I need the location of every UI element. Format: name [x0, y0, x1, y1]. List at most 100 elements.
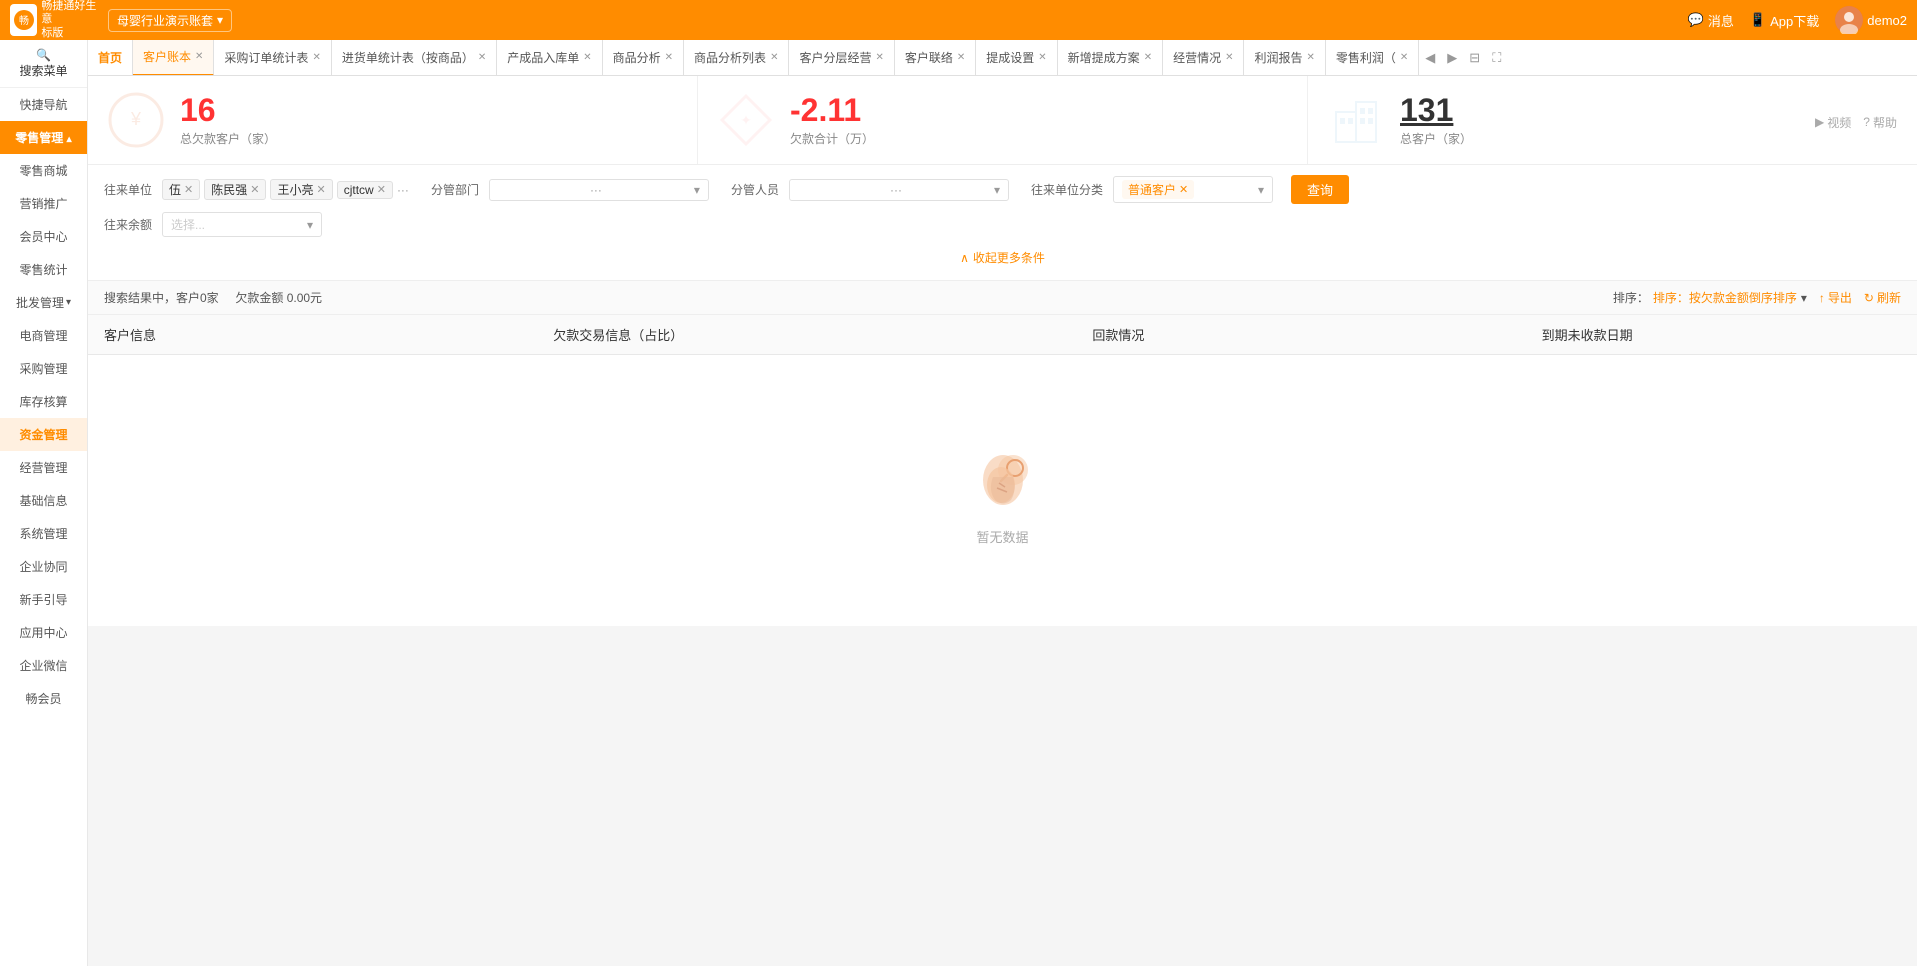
tab-close-icon2[interactable]: ✕	[312, 52, 320, 63]
sidebar-item-inventory[interactable]: 库存核算	[0, 385, 87, 418]
sidebar-item-purchase-mgmt[interactable]: 采购管理	[0, 352, 87, 385]
tab-prev-btn[interactable]: ◀	[1419, 50, 1441, 66]
tab-menu-btn[interactable]: ⊟	[1463, 50, 1486, 66]
tab-close-icon[interactable]: ✕	[195, 51, 203, 62]
category-select[interactable]: 普通客户 ✕ ▾	[1113, 176, 1273, 203]
tab-product-list[interactable]: 商品分析列表 ✕	[684, 40, 789, 76]
sidebar-item-enterprise-wechat[interactable]: 企业微信	[0, 649, 87, 682]
tab-purchase-stat-label: 进货单统计表（按商品）	[342, 49, 474, 66]
tab-profit-report[interactable]: 利润报告 ✕	[1244, 40, 1325, 76]
logo-line2: 标版	[41, 27, 98, 40]
message-btn[interactable]: 💬 消息	[1688, 11, 1734, 30]
stat-text-1: 16 总欠款客户（家）	[180, 94, 276, 147]
doc-help-btn[interactable]: ? 帮助	[1863, 114, 1897, 131]
demo-selector[interactable]: 母婴行业演示账套 ▾	[108, 9, 232, 32]
chevron-down-icon: ▾	[217, 13, 223, 27]
user-btn[interactable]: demo2	[1835, 6, 1907, 34]
tab-customer-tier[interactable]: 客户分层经营 ✕	[789, 40, 894, 76]
tab-customer-ledger-label: 客户账本	[143, 48, 191, 65]
tab-close-icon11[interactable]: ✕	[1225, 52, 1233, 63]
sidebar-basicinfo-label: 基础信息	[6, 492, 81, 509]
tab-close-icon8[interactable]: ✕	[957, 52, 965, 63]
tab-close-icon13[interactable]: ✕	[1400, 52, 1408, 63]
sidebar-retailmall-label: 零售商城	[6, 162, 81, 179]
tag-wu-close[interactable]: ✕	[184, 183, 193, 196]
sidebar-item-system-mgmt[interactable]: 系统管理	[0, 517, 87, 550]
tab-close-icon10[interactable]: ✕	[1144, 52, 1152, 63]
tab-purchase-stat[interactable]: 进货单统计表（按商品） ✕	[332, 40, 497, 76]
tab-operations[interactable]: 经营情况 ✕	[1163, 40, 1244, 76]
sidebar-system-label: 系统管理	[6, 525, 81, 542]
tab-close-icon3[interactable]: ✕	[478, 52, 486, 63]
sidebar-item-basic-info[interactable]: 基础信息	[0, 484, 87, 517]
sidebar-item-retail-mall[interactable]: 零售商城	[0, 154, 87, 187]
filter-unit-tags: 伍 ✕ 陈民强 ✕ 王小亮 ✕	[162, 179, 409, 200]
app-download-btn[interactable]: 📱 App下载	[1750, 11, 1819, 30]
tab-expand-btn[interactable]: ⛶	[1486, 50, 1507, 66]
export-btn[interactable]: ↑ 导出	[1819, 289, 1852, 306]
sidebar-item-wholesale-mgmt[interactable]: 批发管理 ▾	[0, 286, 87, 319]
tab-next-btn[interactable]: ▶	[1441, 50, 1463, 66]
tab-add-commission[interactable]: 新增提成方案 ✕	[1058, 40, 1163, 76]
sidebar-item-enterprise-collab[interactable]: 企业协同	[0, 550, 87, 583]
person-select[interactable]: ··· ▾	[789, 179, 1009, 201]
tab-close-icon5[interactable]: ✕	[665, 52, 673, 63]
stat-value-1: 16	[180, 94, 276, 126]
sidebar-item-ecommerce[interactable]: 电商管理	[0, 319, 87, 352]
filter-tag-wu: 伍 ✕	[162, 179, 200, 200]
tag-cjttcw-close[interactable]: ✕	[377, 183, 386, 196]
tab-home[interactable]: 首页	[88, 40, 133, 76]
tab-close-icon12[interactable]: ✕	[1307, 52, 1315, 63]
dept-select[interactable]: ··· ▾	[489, 179, 709, 201]
sidebar-marketing-label: 营销推广	[6, 195, 81, 212]
results-summary: 搜索结果中，客户0家	[104, 291, 219, 305]
svg-text:✦: ✦	[740, 112, 752, 128]
sidebar-item-newbie-guide[interactable]: 新手引导	[0, 583, 87, 616]
tab-profit-report-label: 利润报告	[1254, 49, 1302, 66]
main-content: ¥ 16 总欠款客户（家）	[88, 76, 1917, 966]
tab-finished-goods[interactable]: 产成品入库单 ✕	[497, 40, 602, 76]
tab-purchase-order[interactable]: 采购订单统计表 ✕	[214, 40, 331, 76]
page-content: ¥ 16 总欠款客户（家）	[88, 76, 1917, 626]
tab-close-icon6[interactable]: ✕	[770, 52, 778, 63]
tab-product-analysis-label: 商品分析	[613, 49, 661, 66]
sidebar-item-marketing[interactable]: 营销推广	[0, 187, 87, 220]
tab-product-analysis[interactable]: 商品分析 ✕	[603, 40, 684, 76]
sidebar-item-retail-stat[interactable]: 零售统计	[0, 253, 87, 286]
tab-retail-profit[interactable]: 零售利润（ ✕	[1326, 40, 1419, 76]
tab-close-icon9[interactable]: ✕	[1038, 52, 1046, 63]
sidebar-item-operations-mgmt[interactable]: 经营管理	[0, 451, 87, 484]
sort-select[interactable]: 排序： 排序：按欠款金额倒序排序 ▾	[1613, 289, 1807, 306]
empty-text: 暂无数据	[976, 527, 1028, 546]
tab-close-icon7[interactable]: ✕	[875, 52, 883, 63]
sidebar-item-retail-mgmt[interactable]: 零售管理 ▴	[0, 121, 87, 154]
sidebar-item-member-center[interactable]: 会员中心	[0, 220, 87, 253]
category-tag-close[interactable]: ✕	[1179, 183, 1188, 196]
category-label: 往来单位分类	[1031, 181, 1103, 198]
building-icon	[1328, 92, 1384, 148]
sidebar-item-search[interactable]: 🔍 搜索菜单	[0, 40, 87, 88]
tag-wang-close[interactable]: ✕	[317, 183, 326, 196]
sidebar-item-app-center[interactable]: 应用中心	[0, 616, 87, 649]
collapse-filter-btn[interactable]: ∧ 收起更多条件	[104, 245, 1901, 270]
tab-customer-ledger[interactable]: 客户账本 ✕	[133, 40, 214, 76]
tag-wang-text: 王小亮	[277, 181, 313, 198]
tag-chen-close[interactable]: ✕	[250, 183, 259, 196]
sidebar-item-quick-nav[interactable]: 快捷导航	[0, 88, 87, 121]
tab-operations-label: 经营情况	[1173, 49, 1221, 66]
video-help-btn[interactable]: ▶ 视频	[1815, 114, 1851, 131]
tab-customer-contact[interactable]: 客户联络 ✕	[895, 40, 976, 76]
stat-label-2: 欠款合计（万）	[790, 130, 874, 147]
person-more-icon: ···	[890, 183, 902, 197]
query-button[interactable]: 查询	[1291, 175, 1349, 204]
balance-select[interactable]: 选择... ▾	[162, 212, 322, 237]
sidebar-item-chang-member[interactable]: 畅会员	[0, 682, 87, 715]
results-bar: 搜索结果中，客户0家 欠款金额 0.00元 排序： 排序：按欠款金额倒序排序 ▾	[88, 281, 1917, 315]
refresh-btn[interactable]: ↻ 刷新	[1864, 289, 1901, 306]
filter-more-btn[interactable]: ···	[397, 183, 409, 197]
unit-label: 往来单位	[104, 181, 152, 198]
category-chevron: ▾	[1258, 183, 1264, 197]
sidebar-item-finance-mgmt[interactable]: 资金管理	[0, 418, 87, 451]
tab-commission-set[interactable]: 提成设置 ✕	[976, 40, 1057, 76]
tab-close-icon4[interactable]: ✕	[583, 52, 591, 63]
